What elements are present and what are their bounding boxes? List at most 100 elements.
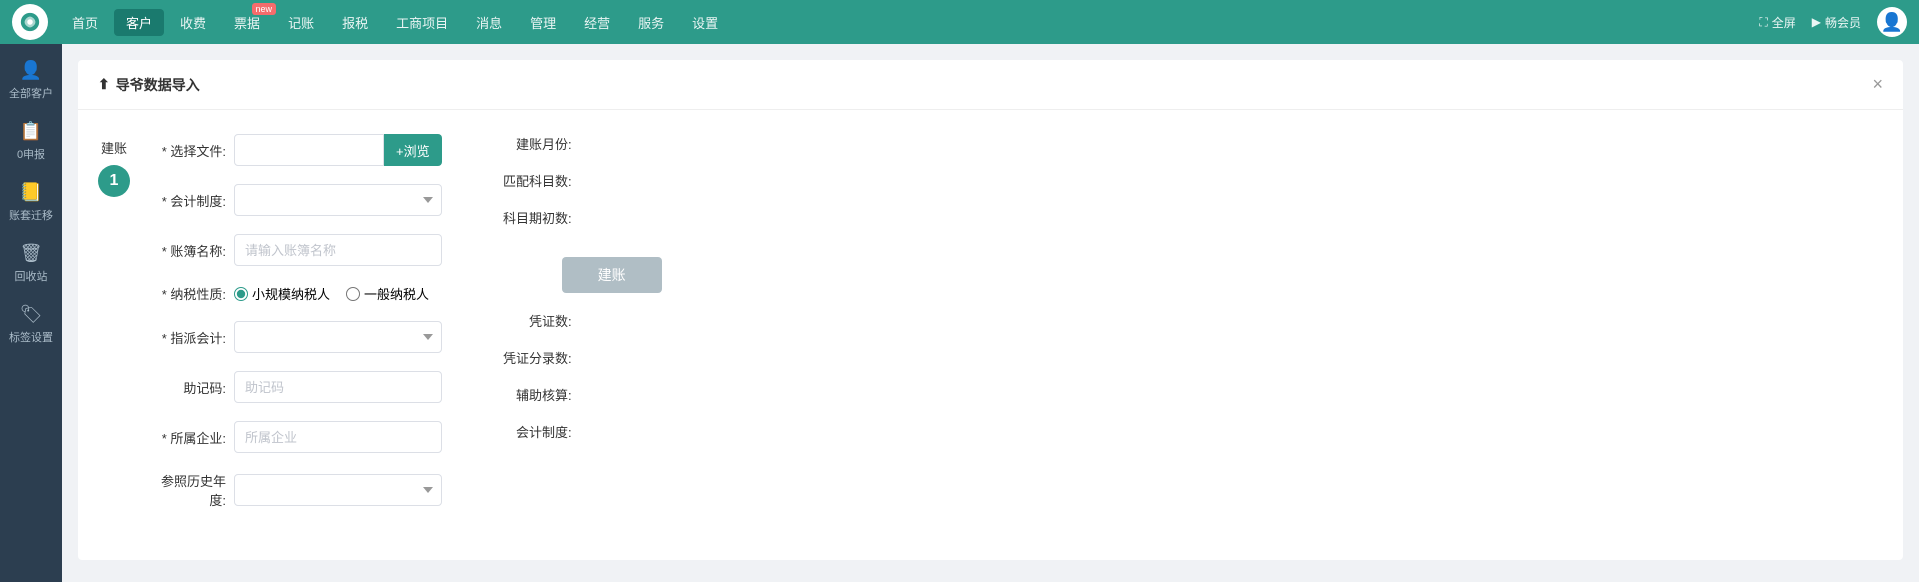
accounting-label: * 会计制度: — [146, 191, 226, 210]
build-account-label-area: 建账 1 — [98, 134, 130, 197]
sidebar: 👤 全部客户 📋 0申报 📒 账套迁移 🗑 回收站 🏷 标签设置 — [0, 44, 62, 582]
nav-badge-new: new — [252, 3, 277, 15]
file-input-group: +浏览 — [234, 134, 442, 166]
sidebar-item-label: 全部客户 — [9, 85, 53, 101]
assign-accountant-label: * 指派会计: — [146, 328, 226, 347]
nav-item-invoice-wrap[interactable]: 票据 new — [222, 9, 272, 36]
vip-icon: ▶ — [1812, 15, 1821, 29]
initial-label: 科目期初数: — [482, 208, 572, 227]
sidebar-item-label: 0申报 — [17, 146, 45, 162]
memo-row: 助记码: — [146, 371, 442, 403]
accounting-system-row: 会计制度: — [482, 422, 742, 441]
ledger-label: * 账簿名称: — [146, 241, 226, 260]
build-account-label: 建账 — [101, 138, 127, 157]
company-row: * 所属企业: — [146, 421, 442, 453]
accounting-row: * 会计制度: — [146, 184, 442, 216]
voucher-entries-row: 凭证分录数: — [482, 348, 742, 367]
tax-small-radio[interactable]: 小规模纳税人 — [234, 284, 330, 303]
nav-item-message[interactable]: 消息 — [464, 9, 514, 36]
voucher-label: 凭证数: — [482, 311, 572, 330]
company-label: * 所属企业: — [146, 428, 226, 447]
build-btn-area: 建账 — [482, 257, 742, 293]
month-row: 建账月份: — [482, 134, 742, 153]
nav-item-business[interactable]: 工商项目 — [384, 9, 460, 36]
nav-item-customer[interactable]: 客户 — [114, 9, 164, 36]
sidebar-item-zero-declare[interactable]: 📋 0申报 — [3, 113, 59, 170]
sidebar-item-label: 标签设置 — [9, 329, 53, 345]
tax-general-input[interactable] — [346, 287, 360, 301]
tax-small-input[interactable] — [234, 287, 248, 301]
main-layout: 👤 全部客户 📋 0申报 📒 账套迁移 🗑 回收站 🏷 标签设置 ⬆ 导爷 — [0, 44, 1919, 582]
tax-general-radio[interactable]: 一般纳税人 — [346, 284, 429, 303]
sidebar-item-label: 回收站 — [15, 268, 48, 284]
logo[interactable] — [12, 4, 48, 40]
browse-button[interactable]: +浏览 — [384, 134, 442, 166]
assign-accountant-row: * 指派会计: — [146, 321, 442, 353]
initial-row: 科目期初数: — [482, 208, 742, 227]
history-year-row: 参照历史年度: — [146, 471, 442, 509]
accounting-select[interactable] — [234, 184, 442, 216]
voucher-entries-label: 凭证分录数: — [482, 348, 572, 367]
tax-type-row: * 纳税性质: 小规模纳税人 一般纳税人 — [146, 284, 442, 303]
vip-button[interactable]: ▶ 畅会员 — [1812, 14, 1861, 31]
sidebar-item-tag-settings[interactable]: 🏷 标签设置 — [3, 296, 59, 353]
tag-settings-icon: 🏷 — [20, 304, 43, 325]
file-row: * 选择文件: +浏览 — [146, 134, 442, 166]
step-left-container: 建账 1 * 选择文件: +浏览 — [98, 134, 442, 527]
form-area: 建账 1 * 选择文件: +浏览 — [78, 110, 1903, 551]
ledger-input[interactable] — [234, 234, 442, 266]
vip-label: 畅会员 — [1825, 14, 1861, 31]
file-label: * 选择文件: — [146, 141, 226, 160]
month-label: 建账月份: — [482, 134, 572, 153]
ledger-row: * 账簿名称: — [146, 234, 442, 266]
company-input[interactable] — [234, 421, 442, 453]
build-account-button[interactable]: 建账 — [562, 257, 662, 293]
voucher-row: 凭证数: — [482, 311, 742, 330]
close-button[interactable]: × — [1872, 74, 1883, 95]
user-avatar[interactable]: 👤 — [1877, 7, 1907, 37]
nav-item-home[interactable]: 首页 — [60, 9, 110, 36]
nav-item-tax[interactable]: 报税 — [330, 9, 380, 36]
import-icon: ⬆ — [98, 76, 110, 93]
tax-type-radio-group: 小规模纳税人 一般纳税人 — [234, 284, 429, 303]
panel-title-text: 导爷数据导入 — [116, 75, 200, 95]
recycle-icon: 🗑 — [20, 243, 43, 264]
fullscreen-icon: ⛶ — [1759, 15, 1767, 30]
avatar-icon: 👤 — [1881, 12, 1903, 33]
accounting-system-label: 会计制度: — [482, 422, 572, 441]
top-navigation: 首页 客户 收费 票据 new 记账 报税 工商项目 消息 管理 经营 服务 设… — [0, 0, 1919, 44]
step-badge: 1 — [98, 165, 130, 197]
nav-item-manage[interactable]: 管理 — [518, 9, 568, 36]
nav-item-fee[interactable]: 收费 — [168, 9, 218, 36]
nav-right: ⛶ 全屏 ▶ 畅会员 👤 — [1759, 7, 1907, 37]
account-migrate-icon: 📒 — [20, 182, 42, 203]
assign-accountant-select[interactable] — [234, 321, 442, 353]
sidebar-item-all-customers[interactable]: 👤 全部客户 — [3, 52, 59, 109]
zero-declare-icon: 📋 — [20, 121, 42, 142]
nav-item-service[interactable]: 服务 — [626, 9, 676, 36]
history-year-label: 参照历史年度: — [146, 471, 226, 509]
sidebar-item-account-migrate[interactable]: 📒 账套迁移 — [3, 174, 59, 231]
aux-row: 辅助核算: — [482, 385, 742, 404]
match-label: 匹配科目数: — [482, 171, 572, 190]
nav-item-settings[interactable]: 设置 — [680, 9, 730, 36]
tax-small-label: 小规模纳税人 — [252, 284, 330, 303]
tax-general-label: 一般纳税人 — [364, 284, 429, 303]
import-panel: ⬆ 导爷数据导入 × 建账 1 — [78, 60, 1903, 560]
right-form: 建账月份: 匹配科目数: 科目期初数: 建账 — [482, 134, 742, 527]
file-input[interactable] — [234, 134, 384, 166]
fullscreen-button[interactable]: ⛶ 全屏 — [1759, 14, 1795, 31]
match-row: 匹配科目数: — [482, 171, 742, 190]
left-form: * 选择文件: +浏览 * 会计制度: — [146, 134, 442, 527]
history-year-select[interactable] — [234, 474, 442, 506]
memo-input[interactable] — [234, 371, 442, 403]
fullscreen-label: 全屏 — [1772, 14, 1796, 31]
all-customers-icon: 👤 — [20, 60, 42, 81]
sidebar-item-recycle[interactable]: 🗑 回收站 — [3, 235, 59, 292]
sidebar-item-label: 账套迁移 — [9, 207, 53, 223]
panel-header: ⬆ 导爷数据导入 × — [78, 60, 1903, 110]
nav-item-bookkeeping[interactable]: 记账 — [276, 9, 326, 36]
nav-item-operate[interactable]: 经营 — [572, 9, 622, 36]
aux-label: 辅助核算: — [482, 385, 572, 404]
memo-label: 助记码: — [146, 378, 226, 397]
